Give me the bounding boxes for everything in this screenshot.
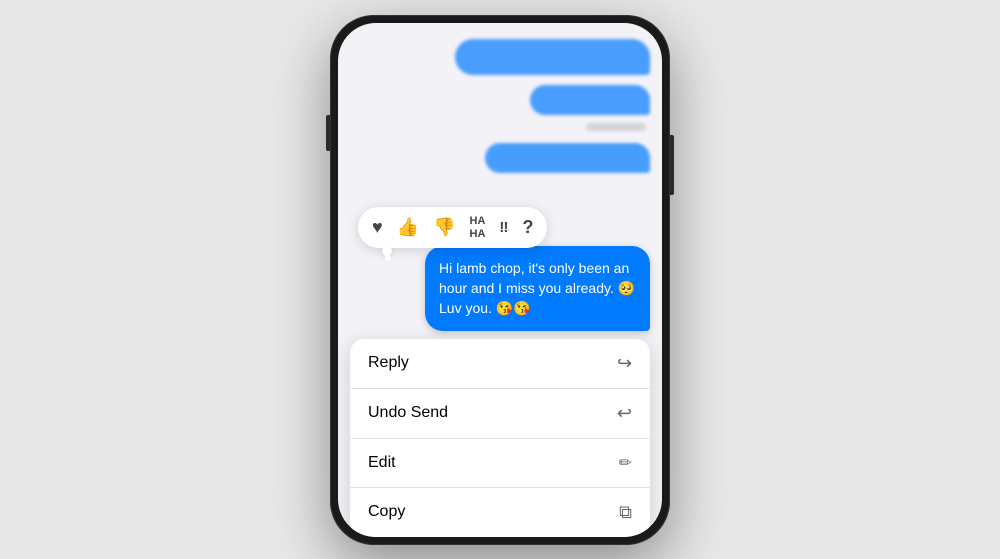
reply-menu-item[interactable]: Reply ↩ [350,339,650,389]
reply-label: Reply [368,354,409,372]
copy-label: Copy [368,503,405,521]
edit-menu-item[interactable]: Edit ✏ [350,439,650,488]
exclaim-reaction-icon[interactable]: ‼ [499,219,508,236]
bg-bubble-2 [530,85,650,115]
messages-background [338,23,662,208]
bg-bubble-1 [455,39,650,75]
edit-label: Edit [368,454,396,472]
reaction-tail [382,246,392,256]
question-reaction-icon[interactable]: ? [522,217,533,238]
message-text: Hi lamb chop, it's only been an hour and… [439,260,635,317]
bg-timestamp [586,123,646,131]
copy-icon: ⧉ [619,502,632,523]
haha-reaction-icon[interactable]: HAHA [470,215,486,239]
phone-screen: ♥ 👍 👎 HAHA ‼ ? Hi lamb chop, it's only b… [338,23,662,537]
undo-send-icon: ↩ [617,403,632,424]
heart-reaction-icon[interactable]: ♥ [372,217,383,238]
edit-icon: ✏ [619,453,632,473]
context-menu: Reply ↩ Undo Send ↩ Edit ✏ Copy ⧉ [350,339,650,537]
thumbsup-reaction-icon[interactable]: 👍 [397,217,419,238]
reply-icon: ↩ [617,353,632,374]
phone-frame: ♥ 👍 👎 HAHA ‼ ? Hi lamb chop, it's only b… [330,15,670,545]
active-message-bubble: Hi lamb chop, it's only been an hour and… [425,246,650,331]
active-section: ♥ 👍 👎 HAHA ‼ ? Hi lamb chop, it's only b… [338,207,662,536]
undo-send-label: Undo Send [368,404,448,422]
copy-menu-item[interactable]: Copy ⧉ [350,488,650,537]
undo-send-menu-item[interactable]: Undo Send ↩ [350,389,650,439]
thumbsdown-reaction-icon[interactable]: 👎 [433,217,455,238]
bg-bubble-3 [485,143,650,173]
reaction-bar: ♥ 👍 👎 HAHA ‼ ? [358,207,547,247]
